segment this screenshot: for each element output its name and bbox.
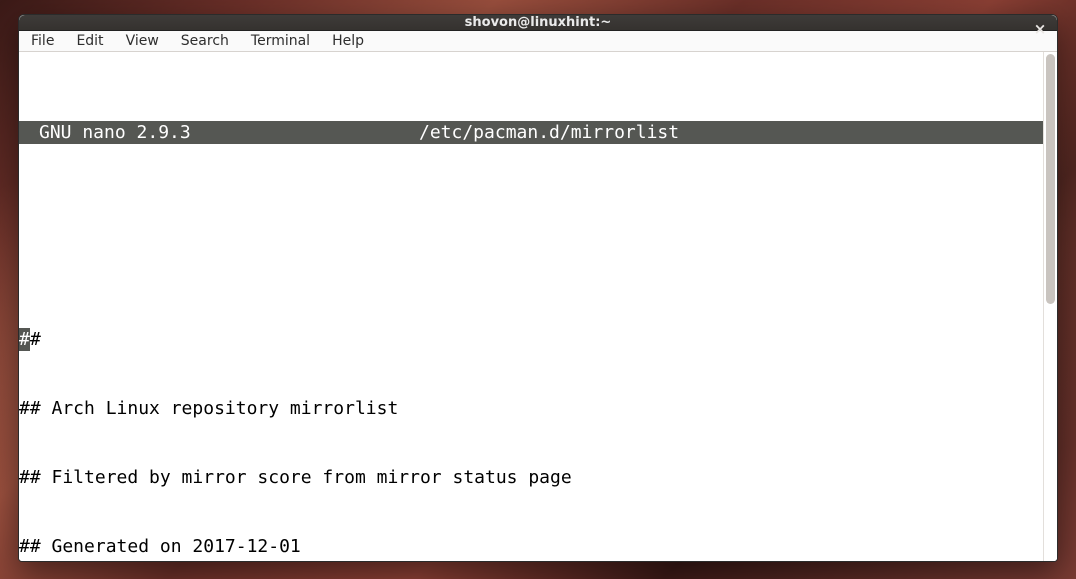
menu-terminal[interactable]: Terminal: [249, 31, 312, 51]
nano-header-bar: GNU nano 2.9.3 /etc/pacman.d/mirrorlist: [19, 121, 1043, 144]
window-titlebar: shovon@linuxhint:~ ×: [19, 15, 1057, 31]
window-title: shovon@linuxhint:~: [465, 15, 612, 30]
menu-file[interactable]: File: [29, 31, 56, 51]
nano-app-version: GNU nano 2.9.3: [19, 121, 419, 144]
file-line: ## Arch Linux repository mirrorlist: [19, 397, 1043, 420]
file-line: ## Generated on 2017-12-01: [19, 535, 1043, 558]
cursor: #: [19, 328, 30, 351]
menu-view[interactable]: View: [124, 31, 161, 51]
vertical-scrollbar[interactable]: [1043, 52, 1057, 562]
file-line-rest: #: [30, 329, 41, 350]
file-content: ## ## Arch Linux repository mirrorlist #…: [19, 213, 1043, 562]
close-icon[interactable]: ×: [1029, 19, 1051, 41]
menu-edit[interactable]: Edit: [74, 31, 105, 51]
nano-file-path: /etc/pacman.d/mirrorlist: [419, 121, 679, 144]
menu-search[interactable]: Search: [179, 31, 231, 51]
terminal-area: GNU nano 2.9.3 /etc/pacman.d/mirrorlist …: [19, 52, 1057, 562]
file-line: ##: [19, 328, 1043, 351]
menubar: File Edit View Search Terminal Help: [19, 31, 1057, 52]
file-line: ## Filtered by mirror score from mirror …: [19, 466, 1043, 489]
file-line: [19, 259, 1043, 282]
terminal-content[interactable]: GNU nano 2.9.3 /etc/pacman.d/mirrorlist …: [19, 52, 1043, 562]
menu-help[interactable]: Help: [330, 31, 366, 51]
terminal-window: shovon@linuxhint:~ × File Edit View Sear…: [18, 14, 1058, 562]
scrollbar-thumb[interactable]: [1046, 54, 1055, 304]
